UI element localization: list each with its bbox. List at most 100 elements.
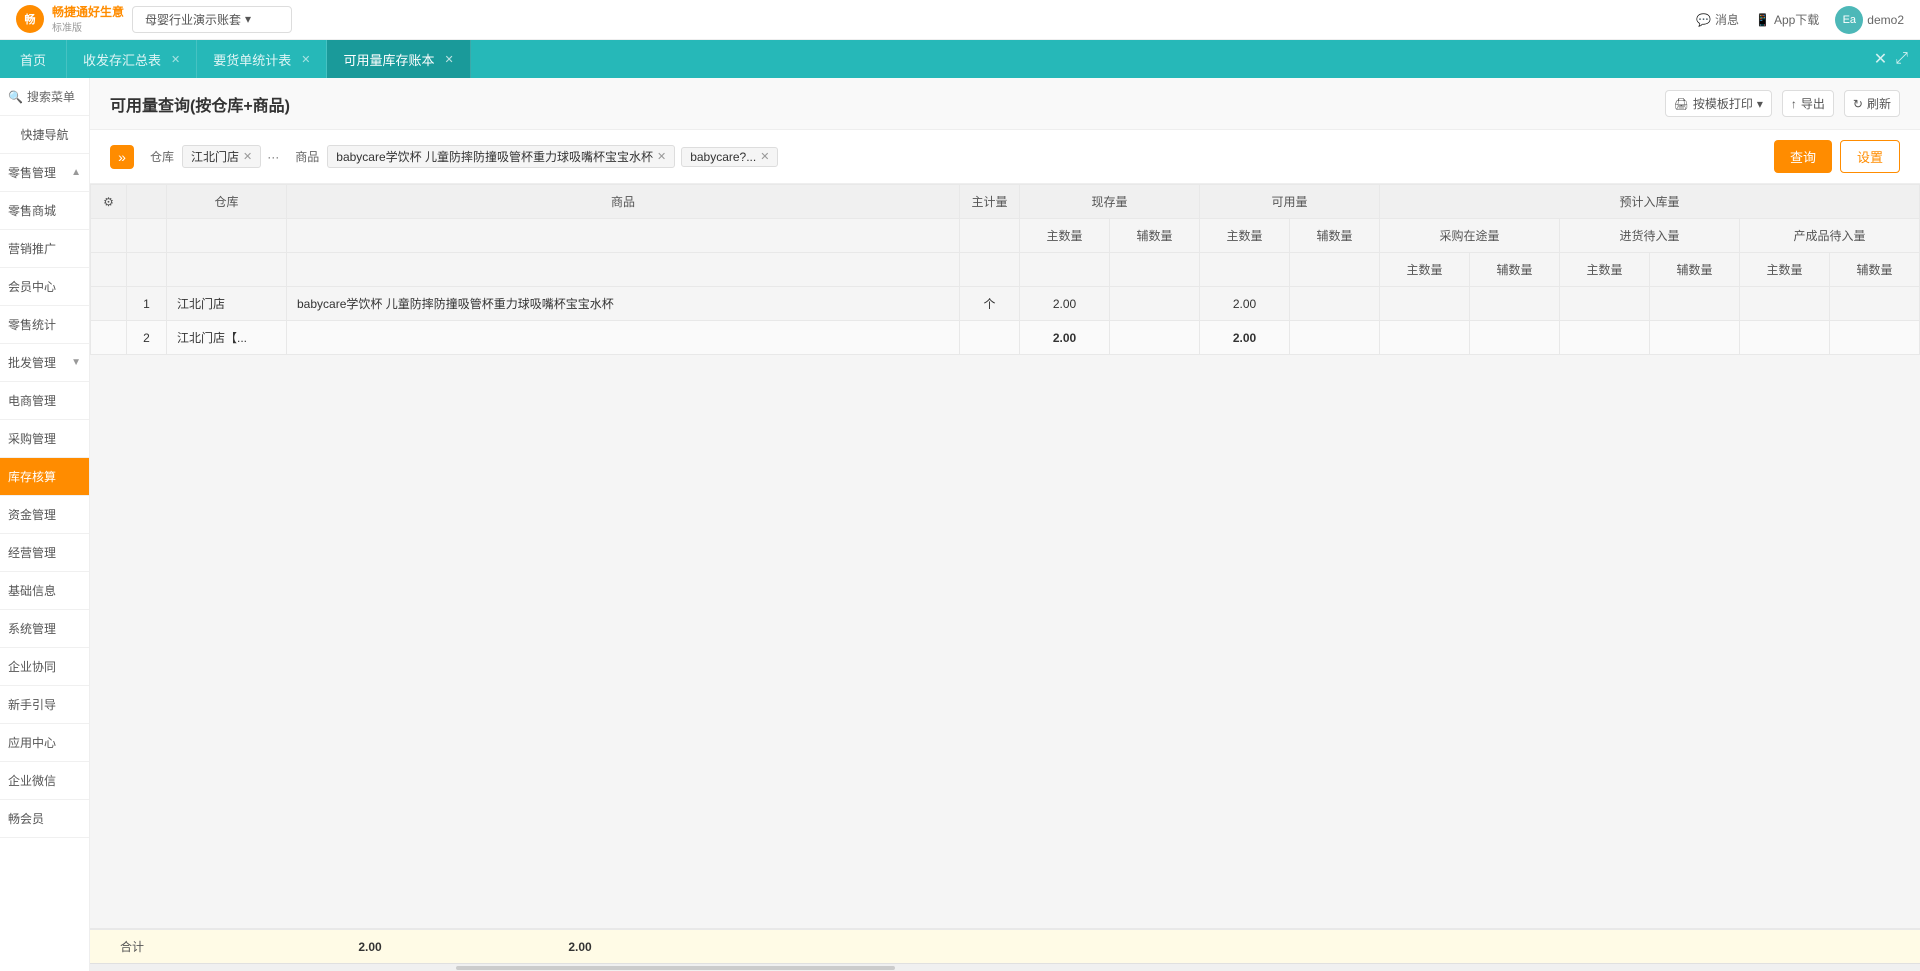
workspace-selector[interactable]: 母婴行业演示账套 ▾ (132, 6, 292, 33)
workspace-name: 母婴行业演示账套 (145, 11, 241, 28)
product-tag-2[interactable]: babycare?... ✕ (681, 147, 778, 167)
warehouse-more[interactable]: ··· (267, 150, 279, 164)
row2-prd-main (1740, 321, 1830, 355)
product-tag-1[interactable]: babycare学饮杯 儿童防摔防撞吸管杯重力球吸嘴杯宝宝水杯 ✕ (327, 145, 675, 168)
warehouse-tags: 江北门店 ✕ ··· (182, 145, 279, 168)
sidebar-item-vip[interactable]: 畅会员 (0, 800, 89, 838)
current-aux-qty-header: 辅数量 (1110, 219, 1200, 253)
download-icon: 📱 (1755, 13, 1770, 27)
sidebar-nav-shortcut[interactable]: 快捷导航 (0, 116, 89, 154)
sidebar-item-wholesale[interactable]: 批发管理 ▼ (0, 344, 89, 382)
gear-header: ⚙ (91, 185, 127, 219)
product-tag-1-remove[interactable]: ✕ (657, 150, 666, 163)
sidebar-item-member-label: 会员中心 (8, 278, 56, 295)
th-c-main (1020, 253, 1110, 287)
product-tag-2-remove[interactable]: ✕ (760, 150, 769, 163)
chevron-icon: ▲ (71, 167, 81, 178)
sidebar-item-vip-label: 畅会员 (8, 810, 44, 827)
sidebar-item-operations-label: 经营管理 (8, 544, 56, 561)
message-label: 消息 (1715, 11, 1739, 28)
warehouse-tag-remove[interactable]: ✕ (243, 150, 252, 163)
product-tag-1-value: babycare学饮杯 儿童防摔防撞吸管杯重力球吸嘴杯宝宝水杯 (336, 148, 653, 165)
tab-available-stock-close[interactable]: ✕ (445, 53, 454, 66)
expand-icon: » (118, 149, 126, 165)
warehouse-header: 仓库 (167, 185, 287, 219)
tab-bar: 首页 收发存汇总表 ✕ 要货单统计表 ✕ 可用量库存账本 ✕ ✕ ⤢ (0, 40, 1920, 78)
pt-main-header: 主数量 (1380, 253, 1470, 287)
tab-home[interactable]: 首页 (0, 40, 67, 78)
warehouse-label: 仓库 (150, 148, 174, 165)
query-button[interactable]: 查询 (1774, 140, 1832, 173)
warehouse-tag-value: 江北门店 (191, 148, 239, 165)
sidebar-item-apps[interactable]: 应用中心 (0, 724, 89, 762)
refresh-button[interactable]: ↻ 刷新 (1844, 90, 1900, 117)
page-header: 可用量查询(按仓库+商品) 🖨 按模板打印 ▾ ↑ 导出 ↻ 刷新 (90, 78, 1920, 130)
tab-receive-summary-close[interactable]: ✕ (171, 53, 180, 66)
sidebar-search-label: 搜索菜单 (27, 88, 75, 105)
sidebar: 🔍 搜索菜单 快捷导航 零售管理 ▲ 零售商城 营销推广 会员中心 零售统计 批… (0, 78, 90, 971)
sidebar-item-finance[interactable]: 资金管理 (0, 496, 89, 534)
row2-current-aux (1110, 321, 1200, 355)
sidebar-item-retail-mall[interactable]: 零售商城 (0, 192, 89, 230)
horizontal-scrollbar[interactable] (90, 963, 1920, 971)
sidebar-item-system[interactable]: 系统管理 (0, 610, 89, 648)
pt-aux-header: 辅数量 (1470, 253, 1560, 287)
product-tag-2-value: babycare?... (690, 150, 756, 164)
available-main-qty-header: 主数量 (1200, 219, 1290, 253)
export-button[interactable]: ↑ 导出 (1782, 90, 1834, 117)
row1-available-main: 2.00 (1200, 287, 1290, 321)
sidebar-item-ecommerce[interactable]: 电商管理 (0, 382, 89, 420)
user-menu[interactable]: Ea demo2 (1835, 6, 1904, 34)
sidebar-item-wechat[interactable]: 企业微信 (0, 762, 89, 800)
sidebar-item-basic[interactable]: 基础信息 (0, 572, 89, 610)
row1-prd-main (1740, 287, 1830, 321)
sidebar-item-purchase-label: 采购管理 (8, 430, 56, 447)
filter-expand-button[interactable]: » (110, 145, 134, 169)
sidebar-item-retail[interactable]: 零售管理 ▲ (0, 154, 89, 192)
sidebar-item-marketing[interactable]: 营销推广 (0, 230, 89, 268)
tab-fullscreen-button[interactable]: ⤢ (1895, 50, 1908, 68)
tab-order-stats-close[interactable]: ✕ (301, 53, 310, 66)
row2-product (287, 321, 960, 355)
sidebar-item-operations[interactable]: 经营管理 (0, 534, 89, 572)
product-label: 商品 (295, 148, 319, 165)
tab-order-stats-label: 要货单统计表 (213, 50, 291, 69)
production-pending-header: 产成品待入量 (1740, 219, 1920, 253)
tab-order-stats[interactable]: 要货单统计表 ✕ (197, 40, 327, 78)
sidebar-item-member[interactable]: 会员中心 (0, 268, 89, 306)
table-container: ⚙ 仓库 商品 主计量 现存量 可用量 预计入库量 (90, 184, 1920, 928)
product-header: 商品 (287, 185, 960, 219)
th-c-aux (1110, 253, 1200, 287)
row1-pp-main (1560, 287, 1650, 321)
th-num-sub (127, 219, 167, 253)
tab-close-all-button[interactable]: ✕ (1874, 49, 1887, 69)
row2-available-main: 2.00 (1200, 321, 1290, 355)
warehouse-tag[interactable]: 江北门店 ✕ (182, 145, 261, 168)
current-stock-header: 现存量 (1020, 185, 1200, 219)
sidebar-item-ecommerce-label: 电商管理 (8, 392, 56, 409)
row1-current-main: 2.00 (1020, 287, 1110, 321)
print-icon: 🖨 (1674, 97, 1689, 111)
message-button[interactable]: 💬 消息 (1696, 11, 1739, 28)
footer-values: 2.00 2.00 (250, 940, 1910, 954)
sidebar-item-guide[interactable]: 新手引导 (0, 686, 89, 724)
app-download-button[interactable]: 📱 App下载 (1755, 11, 1819, 28)
purchase-transit-header: 采购在途量 (1380, 219, 1560, 253)
sidebar-item-purchase[interactable]: 采购管理 (0, 420, 89, 458)
th-a-aux (1290, 253, 1380, 287)
sidebar-item-inventory[interactable]: 库存核算 (0, 458, 89, 496)
product-tags: babycare学饮杯 儿童防摔防撞吸管杯重力球吸嘴杯宝宝水杯 ✕ babyca… (327, 145, 778, 168)
sidebar-item-enterprise[interactable]: 企业协同 (0, 648, 89, 686)
sidebar-item-enterprise-label: 企业协同 (8, 658, 56, 675)
tab-receive-summary[interactable]: 收发存汇总表 ✕ (67, 40, 197, 78)
row2-available-aux (1290, 321, 1380, 355)
tab-available-stock[interactable]: 可用量库存账本 ✕ (327, 40, 470, 78)
print-button[interactable]: 🖨 按模板打印 ▾ (1665, 90, 1772, 117)
row1-prd-aux (1830, 287, 1920, 321)
footer-current-main: 2.00 (310, 940, 430, 954)
tab-home-label: 首页 (20, 50, 46, 69)
sidebar-item-retail-stats[interactable]: 零售统计 (0, 306, 89, 344)
sidebar-search[interactable]: 🔍 搜索菜单 (0, 78, 89, 116)
pp-aux-header: 辅数量 (1650, 253, 1740, 287)
setting-button[interactable]: 设置 (1840, 140, 1900, 173)
